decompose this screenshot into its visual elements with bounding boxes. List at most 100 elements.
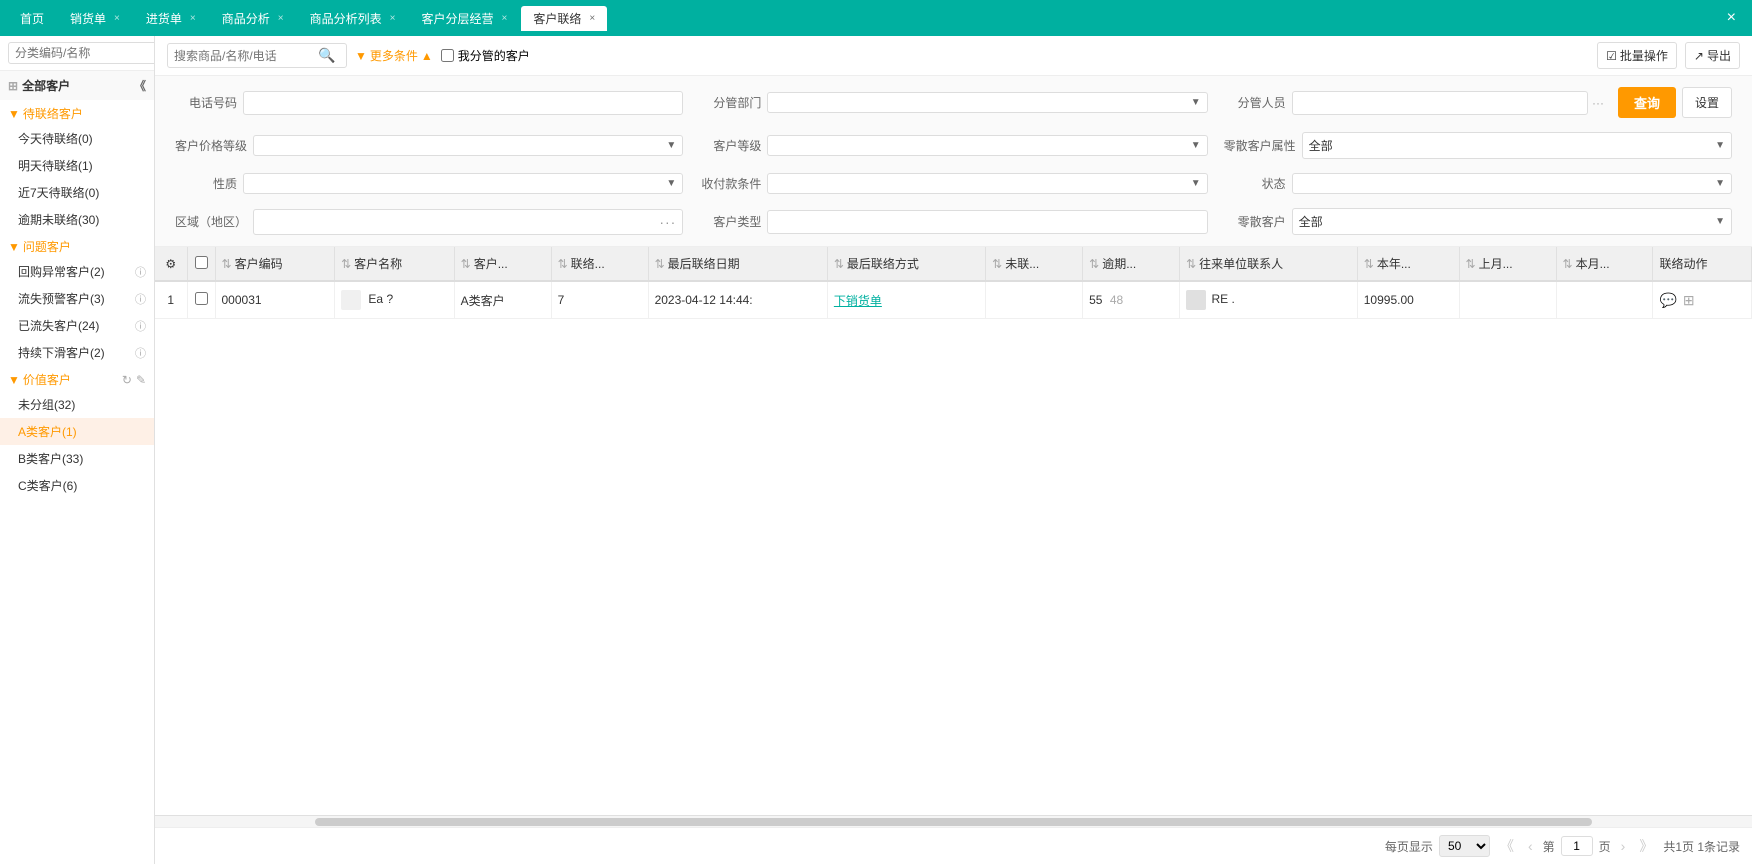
nav-product-list[interactable]: 商品分析列表 × — [298, 6, 408, 31]
nav-last-btn[interactable]: 》 — [1635, 834, 1657, 858]
close-customer-tier-tab[interactable]: × — [501, 13, 507, 24]
setting-btn[interactable]: 设置 — [1682, 87, 1732, 118]
edit-icon[interactable]: ✎ — [136, 373, 146, 387]
col-code-sort-icon: ⇅ — [222, 257, 232, 271]
col-lm-sort-icon: ⇅ — [1466, 257, 1476, 271]
adv-retail-attr: 零散客户属性 全部 ▼ — [1216, 127, 1740, 164]
group-pending-contact[interactable]: ▼ 待联络客户 — [0, 100, 154, 125]
row-actions-cell: 💬 ⊞ — [1653, 281, 1752, 319]
query-btn[interactable]: 查询 — [1618, 87, 1676, 118]
close-customer-contact-tab[interactable]: × — [589, 13, 595, 24]
refresh-icon[interactable]: ↻ — [122, 373, 132, 387]
retail-customer-select[interactable]: 全部 ▼ — [1292, 208, 1732, 235]
row-code: 000031 — [215, 281, 335, 319]
sidebar-lost-warning[interactable]: 流失预警客户(3) ⓘ — [0, 285, 154, 312]
phone-input[interactable] — [243, 91, 683, 115]
col-contact-count: ⇅ 联络... — [551, 247, 648, 281]
sidebar-declining-customers[interactable]: 持续下滑客户(2) ⓘ — [0, 339, 154, 366]
chat-action-icon[interactable]: 💬 — [1659, 292, 1676, 309]
close-all-btn[interactable]: × — [1719, 5, 1744, 31]
all-customers-title[interactable]: ⊞ 全部客户 《 — [0, 71, 154, 100]
row-checkbox[interactable] — [195, 292, 208, 305]
qr-action-icon[interactable]: ⊞ — [1683, 292, 1695, 309]
per-page-select[interactable]: 50 100 200 — [1439, 835, 1490, 857]
sidebar-c-class[interactable]: C类客户(6) — [0, 472, 154, 499]
nav-purchase[interactable]: 进货单 × — [134, 6, 208, 31]
page-number-input[interactable] — [1561, 836, 1593, 856]
adv-dept: 分管部门 ▼ — [691, 82, 1215, 123]
scrollbar-area — [155, 815, 1752, 827]
filter-search-input[interactable] — [174, 49, 314, 63]
status-select[interactable]: ▼ — [1292, 173, 1732, 194]
customer-grade-select[interactable]: ▼ — [767, 135, 1207, 156]
bulk-op-btn[interactable]: ☑ 批量操作 — [1597, 42, 1677, 69]
nav-next-btn[interactable]: › — [1617, 836, 1630, 856]
customer-type-input[interactable] — [767, 210, 1207, 234]
my-customers-checkbox[interactable]: 我分管的客户 — [441, 47, 530, 64]
nav-customer-contact[interactable]: 客户联络 × — [521, 6, 607, 31]
close-product-analysis-tab[interactable]: × — [278, 13, 284, 24]
retail-attr-select[interactable]: 全部 ▼ — [1302, 132, 1732, 159]
filter-search-icon[interactable]: 🔍 — [318, 47, 335, 64]
price-grade-select[interactable]: ▼ — [253, 135, 683, 156]
collapse-sidebar-btn[interactable]: 《 — [134, 77, 146, 94]
nav-customer-tier[interactable]: 客户分层经营 × — [409, 6, 519, 31]
my-customers-check[interactable] — [441, 49, 454, 62]
adv-nature: 性质 ▼ — [167, 168, 691, 199]
nav-sales[interactable]: 销货单 × — [58, 6, 132, 31]
filter-bar: 🔍 ▼ 更多条件 ▲ 我分管的客户 ☑ 批量操作 ↗ 导出 — [155, 36, 1752, 76]
horizontal-scrollbar[interactable] — [315, 818, 1592, 826]
col-gear: ⚙ — [155, 247, 187, 281]
sidebar-b-class[interactable]: B类客户(33) — [0, 445, 154, 472]
data-table-area: ⚙ ⇅ 客户编码 ⇅ — [155, 247, 1752, 815]
sidebar-ungrouped[interactable]: 未分组(32) — [0, 391, 154, 418]
payment-select[interactable]: ▼ — [767, 173, 1207, 194]
nav-first-btn[interactable]: 《 — [1496, 834, 1518, 858]
col-cnt-sort-icon: ⇅ — [558, 257, 568, 271]
nav-home[interactable]: 首页 — [8, 6, 56, 31]
person-input[interactable] — [1292, 91, 1588, 115]
nav-product-analysis[interactable]: 商品分析 × — [210, 6, 296, 31]
adv-phone: 电话号码 — [167, 82, 691, 123]
sidebar-search-area: 🔍 — [0, 36, 154, 71]
sidebar-a-class[interactable]: A类客户(1) — [0, 418, 154, 445]
adv-customer-type: 客户类型 — [691, 203, 1215, 240]
status-arrow-icon: ▼ — [1715, 178, 1725, 189]
adv-payment: 收付款条件 ▼ — [691, 168, 1215, 199]
gear-icon[interactable]: ⚙ — [165, 257, 176, 271]
sidebar-repurchase-abnormal[interactable]: 回购异常客户(2) ⓘ — [0, 258, 154, 285]
col-way-sort-icon: ⇅ — [834, 257, 844, 271]
close-purchase-tab[interactable]: × — [190, 13, 196, 24]
close-product-list-tab[interactable]: × — [390, 13, 396, 24]
sidebar-overdue-contact[interactable]: 逾期未联络(30) — [0, 206, 154, 233]
nav-prev-btn[interactable]: ‹ — [1524, 836, 1537, 856]
region-select[interactable]: ··· — [253, 209, 683, 235]
sidebar-tomorrow-contact[interactable]: 明天待联络(1) — [0, 152, 154, 179]
row-name: Ea ? — [335, 281, 455, 319]
row-checkbox-cell — [187, 281, 215, 319]
sidebar-7days-contact[interactable]: 近7天待联络(0) — [0, 179, 154, 206]
group-problem-customers[interactable]: ▼ 问题客户 — [0, 233, 154, 258]
dept-select[interactable]: ▼ — [767, 92, 1207, 113]
col-no-contact: ⇅ 未联... — [986, 247, 1083, 281]
close-sales-tab[interactable]: × — [114, 13, 120, 24]
sidebar-today-contact[interactable]: 今天待联络(0) — [0, 125, 154, 152]
export-btn[interactable]: ↗ 导出 — [1685, 42, 1740, 69]
nature-select[interactable]: ▼ — [243, 173, 683, 194]
info-icon-lost-warning: ⓘ — [135, 291, 146, 307]
adv-price-grade: 客户价格等级 ▼ — [167, 127, 691, 164]
person-dots-icon[interactable]: ··· — [1592, 96, 1604, 110]
group-value-customers[interactable]: ▼ 价值客户 ↻ ✎ — [0, 366, 154, 391]
sidebar-lost-customers[interactable]: 已流失客户(24) ⓘ — [0, 312, 154, 339]
info-icon-repurchase: ⓘ — [135, 264, 146, 280]
filter-search-box: 🔍 — [167, 43, 347, 68]
select-all-checkbox[interactable] — [195, 256, 208, 269]
table-header-row: ⚙ ⇅ 客户编码 ⇅ — [155, 247, 1752, 281]
sidebar-search-input[interactable] — [8, 42, 155, 64]
data-table: ⚙ ⇅ 客户编码 ⇅ — [155, 247, 1752, 319]
bulk-op-icon: ☑ — [1606, 49, 1617, 63]
price-grade-arrow-icon: ▼ — [666, 140, 676, 151]
adv-person: 分管人员 ··· 查询 设置 — [1216, 82, 1740, 123]
more-filters-btn[interactable]: ▼ 更多条件 ▲ — [355, 47, 433, 64]
col-overdue: ⇅ 逾期... — [1083, 247, 1180, 281]
